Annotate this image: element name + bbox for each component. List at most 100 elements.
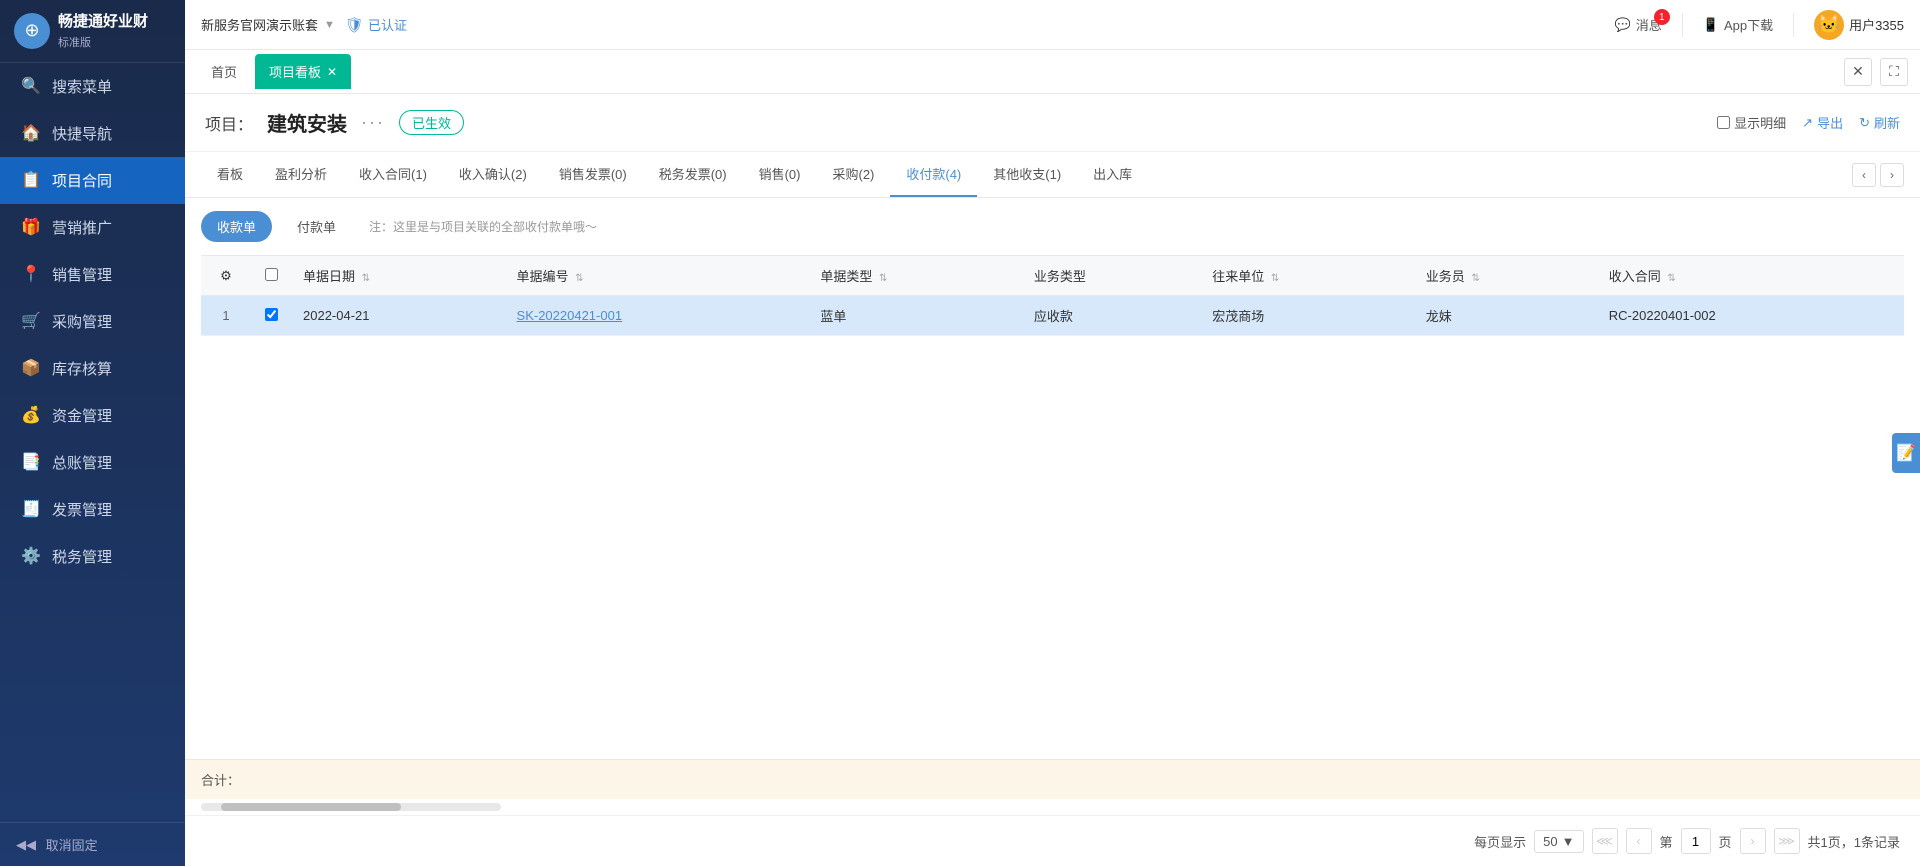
sidebar-item-sales[interactable]: 📍 销售管理	[0, 251, 185, 298]
tab-project-board[interactable]: 项目看板 ✕	[255, 54, 351, 89]
income-contract-col-header[interactable]: 收入合同 ⇅	[1597, 256, 1904, 296]
checkbox-col-header[interactable]	[251, 256, 291, 296]
subtab-next-button[interactable]: ›	[1880, 163, 1904, 187]
divider	[1682, 13, 1683, 37]
subtab-sales-label: 销售(0)	[759, 167, 801, 182]
salesperson-col-header[interactable]: 业务员 ⇅	[1414, 256, 1597, 296]
sort-icon: ⇅	[879, 273, 887, 284]
user-menu[interactable]: 🐱 用户3355	[1814, 10, 1904, 40]
subtab-income-contract[interactable]: 收入合同(1)	[343, 152, 443, 197]
subtab-income-confirm[interactable]: 收入确认(2)	[443, 152, 543, 197]
avatar: 🐱	[1814, 10, 1844, 40]
partner-col-header[interactable]: 往来单位 ⇅	[1200, 256, 1414, 296]
sidebar-item-project-contract[interactable]: 📋 项目合同	[0, 157, 185, 204]
horizontal-scrollbar[interactable]	[201, 803, 501, 811]
sidebar-item-label: 库存核算	[52, 358, 112, 379]
content-area: 项目： 建筑安装 ··· 已生效 显示明细 ↗ 导出 ↻ 刷新	[185, 94, 1920, 866]
subtab-profit[interactable]: 盈利分析	[259, 152, 343, 197]
subtab-payment[interactable]: 收付款(4)	[890, 152, 977, 197]
side-panel-toggle[interactable]: 📝	[1892, 433, 1920, 473]
tab-close-icon[interactable]: ✕	[327, 65, 337, 79]
sidebar-item-inventory[interactable]: 📦 库存核算	[0, 345, 185, 392]
sidebar-item-invoice[interactable]: 🧾 发票管理	[0, 486, 185, 533]
project-icon: 📋	[20, 170, 42, 190]
show-detail-check[interactable]	[1717, 116, 1730, 129]
app-edition: 标准版	[58, 34, 148, 50]
toggle-note: 注：这里是与项目关联的全部收付款单哦～	[369, 218, 597, 235]
row-partner: 宏茂商场	[1200, 296, 1414, 336]
sidebar-item-capital[interactable]: 💰 资金管理	[0, 392, 185, 439]
subtab-profit-label: 盈利分析	[275, 167, 327, 182]
tab-close-all-button[interactable]: ✕	[1844, 58, 1872, 86]
tab-actions: ✕ ⛶	[1844, 58, 1908, 86]
select-all-checkbox[interactable]	[265, 268, 278, 281]
account-selector[interactable]: 新服务官网演示账套 ▼	[201, 15, 335, 34]
home-icon: 🏠	[20, 123, 42, 143]
pin-icon: ◀◀	[16, 837, 36, 853]
page-size-select[interactable]: 50 ▼	[1534, 830, 1583, 853]
receipt-toggle[interactable]: 收款单	[201, 211, 272, 242]
status-badge: 已生效	[399, 110, 464, 135]
row-checkbox-cell[interactable]	[251, 296, 291, 336]
last-page-button[interactable]: ⋙	[1774, 828, 1800, 854]
income-contract-col-label: 收入合同	[1609, 269, 1661, 284]
subtab-purchase[interactable]: 采购(2)	[816, 152, 890, 197]
page-label: 第	[1660, 832, 1673, 851]
subtab-sales-invoice[interactable]: 销售发票(0)	[543, 152, 643, 197]
subtab-sales[interactable]: 销售(0)	[743, 152, 817, 197]
tab-home-label: 首页	[211, 62, 237, 81]
message-button[interactable]: 💬 消息 1	[1615, 15, 1662, 34]
gear-icon[interactable]: ⚙	[220, 268, 232, 283]
main-area: 新服务官网演示账套 ▼ 🛡 已认证 💬 消息 1 📱 App下载 🐱 用	[185, 0, 1920, 866]
sales-icon: 📍	[20, 264, 42, 284]
scrollbar-thumb[interactable]	[221, 803, 401, 811]
subtab-tax-invoice[interactable]: 税务发票(0)	[643, 152, 743, 197]
table-row[interactable]: 1 2022-04-21 SK-20220421-001 蓝单 应收款 宏茂商场…	[201, 296, 1904, 336]
subtabs: 看板 盈利分析 收入合同(1) 收入确认(2) 销售发票(0) 税务发票(0) …	[185, 152, 1920, 198]
subtab-income-confirm-label: 收入确认(2)	[459, 167, 527, 182]
type-col-header[interactable]: 单据类型 ⇅	[808, 256, 1022, 296]
number-col-header[interactable]: 单据编号 ⇅	[505, 256, 809, 296]
gear-col-header[interactable]: ⚙	[201, 256, 251, 296]
subtab-in-out[interactable]: 出入库	[1077, 152, 1148, 197]
prev-page-button[interactable]: ‹	[1626, 828, 1652, 854]
topbar-right: 💬 消息 1 📱 App下载 🐱 用户3355	[1615, 10, 1904, 40]
sidebar-item-label: 发票管理	[52, 499, 112, 520]
chevron-down-icon: ▼	[324, 19, 335, 31]
date-col-header[interactable]: 单据日期 ⇅	[291, 256, 505, 296]
payment-toggle[interactable]: 付款单	[280, 210, 353, 243]
tab-home[interactable]: 首页	[197, 54, 251, 89]
subtab-prev-button[interactable]: ‹	[1852, 163, 1876, 187]
page-size-value: 50	[1543, 834, 1557, 849]
sidebar-item-quick-nav[interactable]: 🏠 快捷导航	[0, 110, 185, 157]
sidebar-item-label: 营销推广	[52, 217, 112, 238]
message-badge: 1	[1654, 9, 1670, 25]
row-checkbox[interactable]	[265, 308, 278, 321]
row-number-link[interactable]: SK-20220421-001	[517, 308, 623, 323]
scrollbar-area	[185, 799, 1920, 815]
sidebar-item-purchase[interactable]: 🛒 采购管理	[0, 298, 185, 345]
tab-maximize-button[interactable]: ⛶	[1880, 58, 1908, 86]
app-download-button[interactable]: 📱 App下载	[1703, 15, 1773, 34]
sidebar-item-tax[interactable]: ⚙️ 税务管理	[0, 533, 185, 580]
first-page-button[interactable]: ⋘	[1592, 828, 1618, 854]
subtab-in-out-label: 出入库	[1093, 167, 1132, 182]
subtabs-nav: ‹ ›	[1852, 163, 1904, 187]
sidebar-item-label: 采购管理	[52, 311, 112, 332]
sidebar-item-marketing[interactable]: 🎁 营销推广	[0, 204, 185, 251]
sidebar-item-ledger[interactable]: 📑 总账管理	[0, 439, 185, 486]
cancel-pin-button[interactable]: ◀◀ 取消固定	[0, 822, 185, 866]
next-page-button[interactable]: ›	[1740, 828, 1766, 854]
export-button[interactable]: ↗ 导出	[1802, 113, 1843, 132]
biz-type-col-label: 业务类型	[1034, 269, 1086, 284]
show-detail-label: 显示明细	[1734, 113, 1786, 132]
row-number[interactable]: SK-20220421-001	[505, 296, 809, 336]
page-number-input[interactable]	[1681, 828, 1711, 854]
invoice-icon: 🧾	[20, 499, 42, 519]
show-detail-checkbox[interactable]: 显示明细	[1717, 113, 1786, 132]
refresh-button[interactable]: ↻ 刷新	[1859, 113, 1900, 132]
subtab-board[interactable]: 看板	[201, 152, 259, 197]
more-button[interactable]: ···	[361, 112, 385, 133]
sidebar-item-search[interactable]: 🔍 搜索菜单	[0, 63, 185, 110]
subtab-other-income[interactable]: 其他收支(1)	[977, 152, 1077, 197]
